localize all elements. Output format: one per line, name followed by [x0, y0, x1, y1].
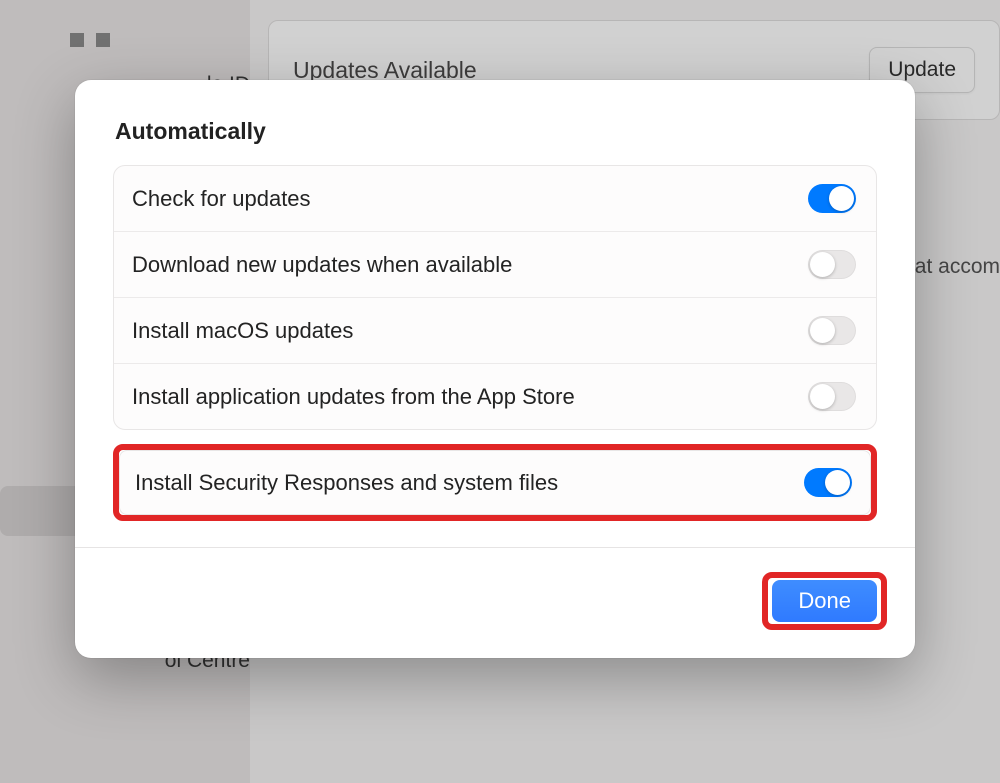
toggle-knob — [810, 384, 835, 409]
option-label: Install application updates from the App… — [132, 384, 575, 410]
option-install-macos-updates: Install macOS updates — [114, 298, 876, 364]
done-button[interactable]: Done — [772, 580, 877, 622]
toggle-download-new-updates[interactable] — [808, 250, 856, 279]
automatic-updates-dialog: Automatically Check for updates Download… — [75, 80, 915, 658]
option-label: Download new updates when available — [132, 252, 512, 278]
toggle-knob — [829, 186, 854, 211]
option-label: Check for updates — [132, 186, 311, 212]
option-label: Install macOS updates — [132, 318, 353, 344]
option-install-security-responses: Install Security Responses and system fi… — [119, 450, 871, 515]
dialog-footer: Done — [75, 547, 915, 658]
highlight-security-responses: Install Security Responses and system fi… — [113, 444, 877, 521]
option-label: Install Security Responses and system fi… — [135, 470, 558, 496]
toggle-install-app-store-updates[interactable] — [808, 382, 856, 411]
toggle-install-security-responses[interactable] — [804, 468, 852, 497]
highlight-done-button: Done — [762, 572, 887, 630]
toggle-knob — [825, 470, 850, 495]
dialog-title: Automatically — [113, 118, 877, 145]
dialog-body: Automatically Check for updates Download… — [75, 80, 915, 547]
option-download-new-updates: Download new updates when available — [114, 232, 876, 298]
toggle-knob — [810, 318, 835, 343]
option-install-app-store-updates: Install application updates from the App… — [114, 364, 876, 429]
toggle-knob — [810, 252, 835, 277]
option-check-for-updates: Check for updates — [114, 166, 876, 232]
toggle-check-for-updates[interactable] — [808, 184, 856, 213]
toggle-install-macos-updates[interactable] — [808, 316, 856, 345]
options-group: Check for updates Download new updates w… — [113, 165, 877, 430]
